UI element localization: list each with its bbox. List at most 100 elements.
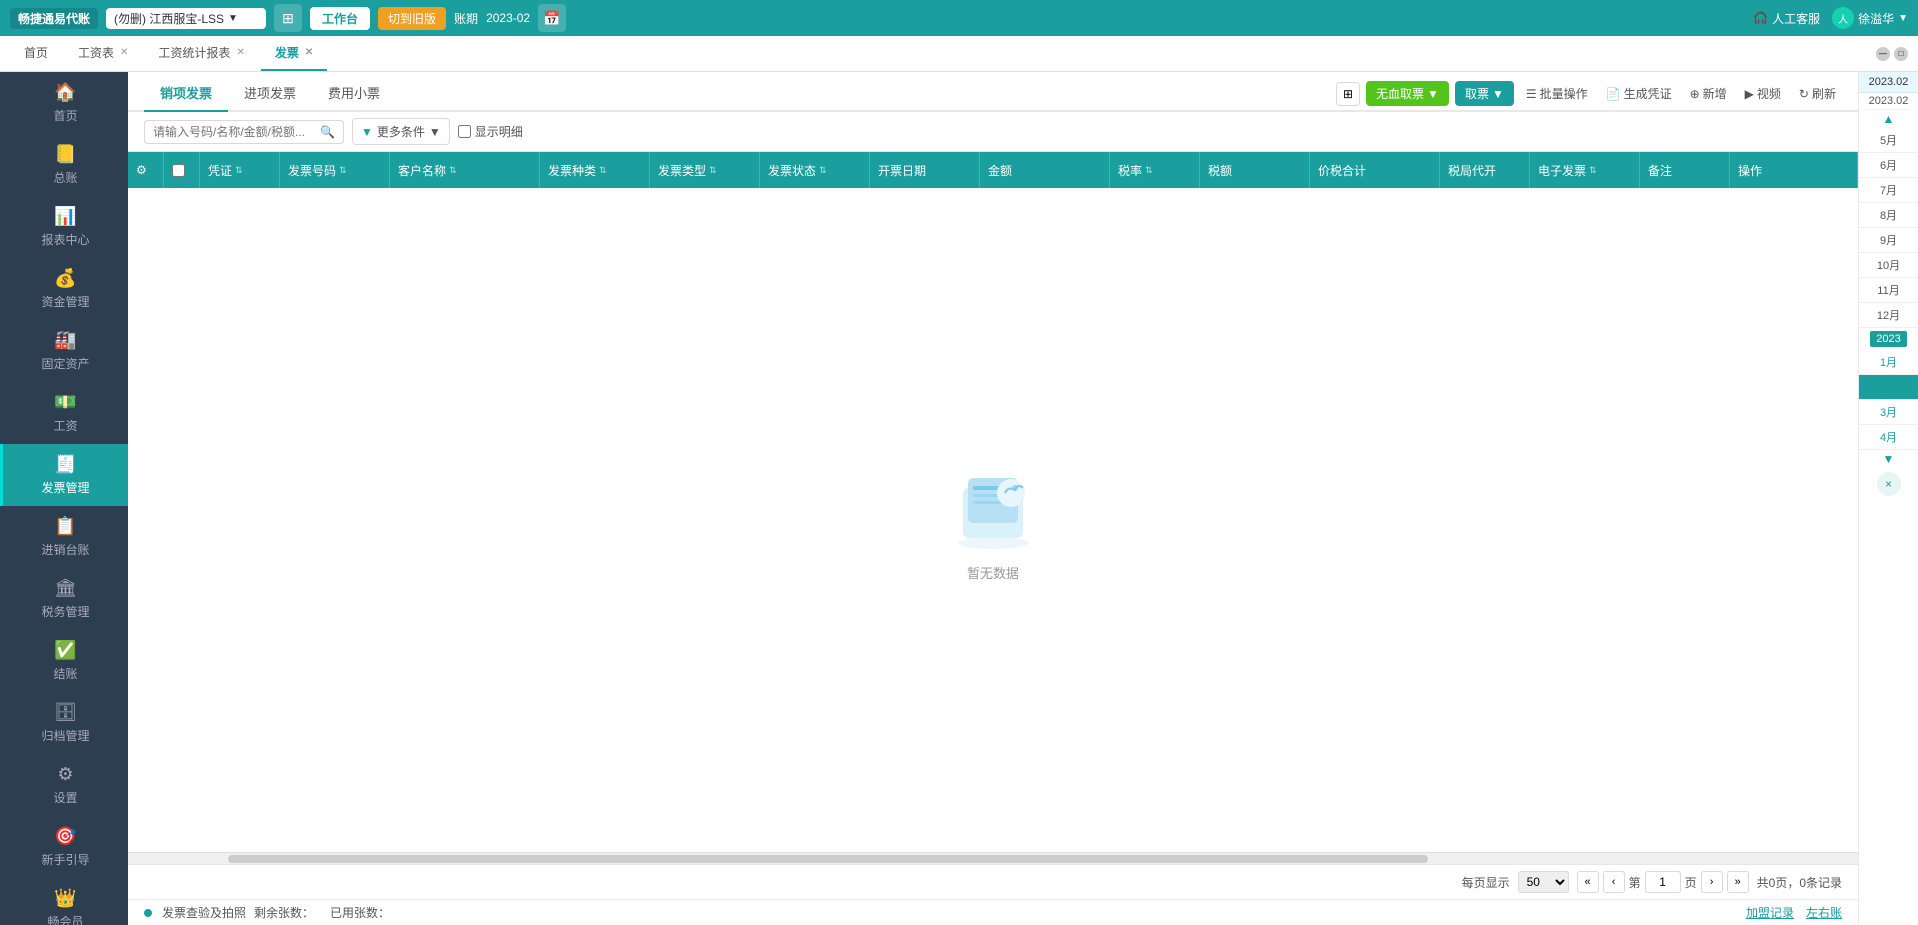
scroll-thumb[interactable] — [228, 855, 1428, 863]
sidebar-label-settings: 设置 — [53, 789, 77, 806]
year-2023-label[interactable]: 2023 — [1870, 331, 1906, 347]
month-6[interactable]: 6月 — [1859, 153, 1918, 178]
gen-cert-button[interactable]: 📄 生成凭证 — [1600, 81, 1678, 106]
sidebar-item-close[interactable]: ✅ 结账 — [0, 630, 128, 692]
tab-invoice-close[interactable]: ✕ — [305, 47, 313, 58]
copy-icon[interactable]: ⊞ — [274, 4, 302, 32]
no-cancel-ticket-button[interactable]: 无血取票 ▼ — [1366, 81, 1449, 106]
sidebar-item-payroll[interactable]: 💵 工资 — [0, 382, 128, 444]
sort-client-icon[interactable]: ⇅ — [449, 165, 457, 176]
video-label: 视频 — [1757, 85, 1781, 102]
last-page-button[interactable]: » — [1727, 871, 1749, 893]
prev-page-button[interactable]: ‹ — [1603, 871, 1625, 893]
more-filter-button[interactable]: ▼ 更多条件 ▼ — [352, 118, 450, 145]
left-right-link[interactable]: 左右账 — [1806, 904, 1842, 921]
sidebar-item-finance[interactable]: 💰 资金管理 — [0, 258, 128, 320]
sidebar-label-reports: 报表中心 — [41, 231, 89, 248]
select-all-checkbox[interactable] — [172, 164, 185, 177]
sort-status-icon[interactable]: ⇅ — [819, 165, 827, 176]
next-page-button[interactable]: › — [1701, 871, 1723, 893]
month-2-active[interactable]: 2月 — [1859, 375, 1918, 400]
sidebar-item-archive[interactable]: 🗄 归档管理 — [0, 692, 128, 754]
sort-invoice-no-icon[interactable]: ⇅ — [339, 165, 347, 176]
show-detail-checkbox-label[interactable]: 显示明细 — [458, 123, 523, 140]
video-button[interactable]: ▶ 视频 — [1739, 81, 1787, 106]
sidebar-item-tax[interactable]: 🏛 税务管理 — [0, 568, 128, 630]
sidebar-item-reports[interactable]: 📊 报表中心 — [0, 196, 128, 258]
month-7[interactable]: 7月 — [1859, 178, 1918, 203]
th-action: 操作 — [1730, 152, 1858, 188]
month-9[interactable]: 9月 — [1859, 228, 1918, 253]
horizontal-scrollbar[interactable] — [128, 852, 1858, 864]
sidebar-item-ledger[interactable]: 📒 总账 — [0, 134, 128, 196]
sort-e-invoice-icon[interactable]: ⇅ — [1589, 165, 1597, 176]
join-record-link[interactable]: 加盟记录 — [1746, 904, 1794, 921]
show-detail-checkbox[interactable] — [458, 125, 471, 138]
grid-view-icon[interactable]: ⊞ — [1336, 82, 1360, 106]
remaining-label: 剩余张数： — [254, 904, 314, 921]
sub-tab-sales-invoice[interactable]: 销项发票 — [144, 74, 228, 112]
th-e-invoice-label: 电子发票 — [1538, 162, 1586, 179]
workbench-button[interactable]: 工作台 — [310, 7, 370, 30]
customer-service-btn[interactable]: 🎧 人工客服 — [1753, 10, 1820, 27]
month-12[interactable]: 12月 — [1859, 303, 1918, 328]
sub-tab-expense[interactable]: 费用小票 — [312, 74, 396, 112]
sidebar-item-settings[interactable]: ⚙ 设置 — [0, 754, 128, 816]
scroll-down-button[interactable]: ▼ — [1859, 450, 1918, 468]
th-invoice-type: 发票种类 ⇅ — [540, 152, 650, 188]
batch-op-button[interactable]: ☰ 批量操作 — [1520, 81, 1594, 106]
first-page-button[interactable]: « — [1577, 871, 1599, 893]
add-button[interactable]: ⊕ 新增 — [1684, 81, 1733, 106]
tab-payroll-stats[interactable]: 工资统计报表 ✕ — [144, 36, 258, 71]
calendar-icon[interactable]: 📅 — [538, 4, 566, 32]
tab-home[interactable]: 首页 — [10, 36, 62, 71]
tab-invoice[interactable]: 发票 ✕ — [261, 36, 327, 71]
sub-tabs-actions: ⊞ 无血取票 ▼ 取票 ▼ ☰ 批量操作 📄 生成凭 — [1336, 81, 1842, 110]
sidebar-item-home[interactable]: 🏠 首页 — [0, 72, 128, 134]
sidebar-label-home: 首页 — [53, 107, 77, 124]
refresh-button[interactable]: ↻ 刷新 — [1793, 81, 1842, 106]
maximize-button[interactable]: □ — [1894, 47, 1908, 61]
page-number-input[interactable] — [1645, 871, 1681, 893]
search-input[interactable] — [153, 125, 314, 139]
th-tax-rate-label: 税率 — [1118, 162, 1142, 179]
sidebar-item-assets[interactable]: 🏭 固定资产 — [0, 320, 128, 382]
switch-version-button[interactable]: 切到旧版 — [378, 7, 446, 30]
user-menu[interactable]: 人 徐溢华 ▼ — [1832, 7, 1908, 29]
month-11[interactable]: 11月 — [1859, 278, 1918, 303]
sidebar-item-sales[interactable]: 📋 进销台账 — [0, 506, 128, 568]
per-page-select[interactable]: 50 100 200 — [1518, 871, 1569, 893]
month-1[interactable]: 1月 — [1859, 350, 1918, 375]
month-8[interactable]: 8月 — [1859, 203, 1918, 228]
sidebar-item-guide[interactable]: 🎯 新手引导 — [0, 816, 128, 878]
close-panel-button[interactable]: × — [1877, 472, 1901, 496]
sidebar-item-member[interactable]: 👑 畅会员 — [0, 878, 128, 925]
take-ticket-button[interactable]: 取票 ▼ — [1455, 81, 1514, 106]
month-10[interactable]: 10月 — [1859, 253, 1918, 278]
month-5[interactable]: 5月 — [1859, 128, 1918, 153]
sort-tax-rate-icon[interactable]: ⇅ — [1145, 165, 1153, 176]
tab-payroll-stats-close[interactable]: ✕ — [236, 47, 244, 58]
th-checkbox[interactable] — [164, 152, 200, 188]
settings-col-icon[interactable]: ⚙ — [136, 163, 147, 177]
th-date-label: 开票日期 — [878, 162, 926, 179]
sort-voucher-icon[interactable]: ⇅ — [235, 165, 243, 176]
show-detail-label: 显示明细 — [475, 123, 523, 140]
per-page-label: 每页显示 — [1462, 874, 1510, 891]
sidebar-label-member: 畅会员 — [47, 913, 83, 925]
sort-invoice-type-icon[interactable]: ⇅ — [599, 165, 607, 176]
sort-invoice-cat-icon[interactable]: ⇅ — [709, 165, 717, 176]
month-3[interactable]: 3月 — [1859, 400, 1918, 425]
sub-tab-purchase-invoice[interactable]: 进项发票 — [228, 74, 312, 112]
table-header: ⚙ 凭证 ⇅ 发票号码 ⇅ 客户名称 ⇅ 发票种类 — [128, 152, 1858, 188]
search-icon[interactable]: 🔍 — [320, 125, 335, 139]
user-chevron-icon: ▼ — [1898, 13, 1908, 24]
scroll-up-button[interactable]: ▲ — [1859, 110, 1918, 128]
tab-payroll[interactable]: 工资表 ✕ — [64, 36, 142, 71]
tab-payroll-close[interactable]: ✕ — [120, 47, 128, 58]
sidebar-item-invoice[interactable]: 🧾 发票管理 — [0, 444, 128, 506]
company-selector[interactable]: (勿删) 江西服宝-LSS ▼ — [106, 8, 266, 29]
minimize-button[interactable]: — — [1876, 47, 1890, 61]
th-total-label: 价税合计 — [1318, 162, 1366, 179]
month-4[interactable]: 4月 — [1859, 425, 1918, 450]
